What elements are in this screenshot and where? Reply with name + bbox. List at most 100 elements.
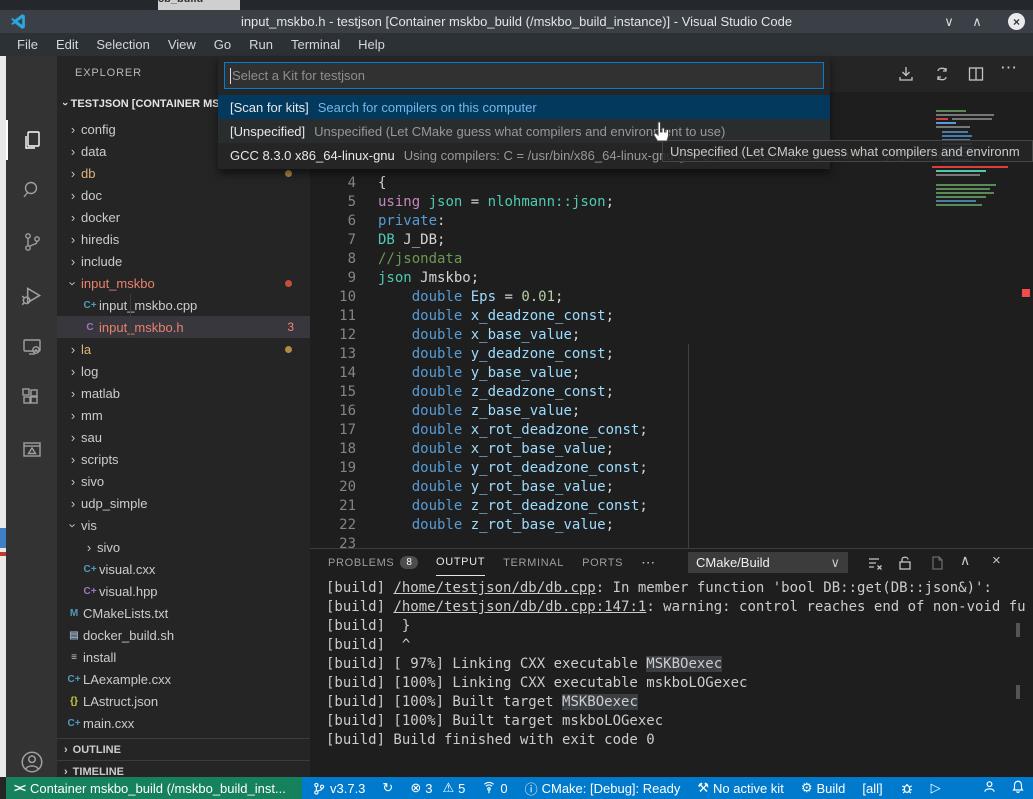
cmake-status-item[interactable]: ⓘ CMake: [Debug]: Ready <box>525 779 681 798</box>
tree-folder-input-mskbo[interactable]: › input_mskbo <box>57 272 310 294</box>
tree-folder-log[interactable]: › log <box>57 360 310 382</box>
tree-folder-sivo[interactable]: › sivo <box>57 470 310 492</box>
build-target-item[interactable]: [all] <box>862 781 882 796</box>
build-button[interactable]: ⚙ Build <box>801 780 846 796</box>
panel-tab-terminal[interactable]: TERMINAL <box>503 549 564 576</box>
menu-help[interactable]: Help <box>349 34 394 55</box>
sync-item[interactable]: ↻ <box>382 780 393 796</box>
tree-folder-la[interactable]: › la <box>57 338 310 360</box>
close-panel-icon[interactable]: × <box>992 552 1001 569</box>
notifications-bell-icon[interactable] <box>1011 779 1025 797</box>
panel-more-tabs-icon[interactable]: ⋯ <box>641 554 655 571</box>
line-number: 9 <box>347 270 356 286</box>
menu-run[interactable]: Run <box>240 34 282 55</box>
tree-file-lastruct-json[interactable]: {} LAstruct.json <box>57 690 310 712</box>
output-file-link[interactable]: /home/testjson/db/db.cpp <box>393 580 595 596</box>
search-icon[interactable] <box>6 170 57 210</box>
problems-item[interactable]: ⊗ 3 ⚠ 5 <box>410 780 465 796</box>
debug-target-item[interactable] <box>900 781 914 795</box>
code-view[interactable]: 4{5 using json = nlohmann::json; 6 private:… <box>310 174 1033 548</box>
ports-item[interactable]: 0 <box>482 781 508 796</box>
token: J_DB <box>394 232 438 248</box>
tree-folder-docker[interactable]: › docker <box>57 206 310 228</box>
tree-file-docker-build-sh[interactable]: ▤ docker_build.sh <box>57 624 310 646</box>
token: ; <box>605 441 615 457</box>
close-button[interactable]: × <box>1008 13 1025 30</box>
quick-pick-input[interactable]: Select a Kit for testjson <box>224 62 824 89</box>
menu-file[interactable]: File <box>8 34 47 55</box>
tree-file-install[interactable]: ≡ install <box>57 646 310 668</box>
more-actions-icon[interactable]: ⋯ <box>1000 58 1017 78</box>
tree-file-input-mskbo-cpp[interactable]: C+ input_mskbo.cpp <box>57 294 310 316</box>
panel-tab-problems[interactable]: PROBLEMS 8 <box>328 549 418 576</box>
minimap-line <box>932 166 1008 168</box>
tree-folder-mm[interactable]: › mm <box>57 404 310 426</box>
account-icon[interactable] <box>6 742 57 782</box>
tree-folder-hiredis[interactable]: › hiredis <box>57 228 310 250</box>
tree-folder-doc[interactable]: › doc <box>57 184 310 206</box>
open-output-in-editor-icon[interactable] <box>928 554 946 575</box>
menu-view[interactable]: View <box>159 34 205 55</box>
minimap-line <box>936 174 980 176</box>
lock-icon[interactable] <box>896 554 914 575</box>
run-below-icon[interactable] <box>896 64 916 89</box>
switch-header-source-icon[interactable] <box>932 64 952 89</box>
tree-file-input-mskbo-h[interactable]: Cinput_mskbo.h 3 <box>57 316 310 338</box>
output-channel-select[interactable]: CMake/Build ∨ <box>688 552 848 573</box>
extensions-icon[interactable] <box>6 378 57 418</box>
remote-explorer-icon[interactable] <box>6 327 57 367</box>
explorer-icon[interactable] <box>6 120 57 160</box>
tree-folder-matlab[interactable]: › matlab <box>57 382 310 404</box>
git-branch-item[interactable]: v3.7.3 <box>312 781 365 796</box>
minimap-line <box>936 200 976 202</box>
active-kit-item[interactable]: ⚒ No active kit <box>697 780 783 796</box>
panel-tab-ports[interactable]: PORTS <box>582 549 623 576</box>
code-line: 11 double x_deadzone_const; <box>310 307 1033 326</box>
menu-selection[interactable]: Selection <box>87 34 158 55</box>
outline-section[interactable]: › OUTLINE <box>57 738 310 760</box>
tree-file-laexample-cxx[interactable]: C+ LAexample.cxx <box>57 668 310 690</box>
tree-folder-vis[interactable]: › vis <box>57 514 310 536</box>
tree-file-cmakelists-txt[interactable]: M CMakeLists.txt <box>57 602 310 624</box>
tree-folder-sau[interactable]: › sau <box>57 426 310 448</box>
maximize-panel-icon[interactable]: ∧ <box>960 552 970 569</box>
tree-file-main-cxx[interactable]: C+ main.cxx <box>57 712 310 734</box>
maximize-button[interactable]: ∧ <box>965 10 989 33</box>
menu-go[interactable]: Go <box>205 34 240 55</box>
tree-file-visual-hpp[interactable]: C+ visual.hpp <box>57 580 310 602</box>
menu-edit[interactable]: Edit <box>47 34 87 55</box>
tree-folder-sivo[interactable]: › sivo <box>57 536 310 558</box>
token: = <box>496 289 522 305</box>
kit-option--scan-for-kits-[interactable]: [Scan for kits] Search for compilers on t… <box>218 95 830 119</box>
launch-target-item[interactable]: ▷ <box>931 780 941 796</box>
menu-bar: File Edit Selection View Go Run Terminal Help <box>0 33 1033 56</box>
menu-terminal[interactable]: Terminal <box>282 34 349 55</box>
build-output[interactable]: [build] /home/testjson/db/db.cpp: In mem… <box>326 579 1026 750</box>
tree-folder-udp-simple[interactable]: › udp_simple <box>57 492 310 514</box>
tree-folder-scripts[interactable]: › scripts <box>57 448 310 470</box>
cmake-tools-icon[interactable] <box>6 430 57 470</box>
panel-tab-output[interactable]: OUTPUT <box>435 549 486 576</box>
minimize-button[interactable]: ∨ <box>937 10 961 33</box>
source-control-icon[interactable] <box>6 222 57 262</box>
minimap[interactable] <box>932 110 1008 270</box>
output-file-link[interactable]: /home/testjson/db/db.cpp:147:1 <box>393 599 646 615</box>
tree-item-label: scripts <box>81 451 119 467</box>
token: y_rot_deadzone_const <box>470 460 640 476</box>
feedback-icon[interactable] <box>982 779 997 797</box>
line-number: 8 <box>347 251 356 267</box>
token: Jmskbo <box>411 270 471 286</box>
split-editor-icon[interactable] <box>966 64 986 89</box>
remote-indicator[interactable]: >< Container mskbo_build (/mskbo_build_i… <box>6 777 302 799</box>
code-text: double x_rot_deadzone_const; <box>378 421 648 440</box>
output-line: [build] ^ <box>326 636 1026 655</box>
tree-file-visual-cxx[interactable]: C+ visual.cxx <box>57 558 310 580</box>
run-and-debug-icon[interactable] <box>6 276 57 316</box>
chevron-right-icon: › <box>64 765 68 778</box>
clear-output-icon[interactable] <box>866 554 884 575</box>
code-text: double z_base_value; <box>378 402 581 421</box>
tree-item-label: la <box>81 341 92 357</box>
timeline-section[interactable]: › TIMELINE <box>57 760 310 777</box>
tree-folder-include[interactable]: › include <box>57 250 310 272</box>
